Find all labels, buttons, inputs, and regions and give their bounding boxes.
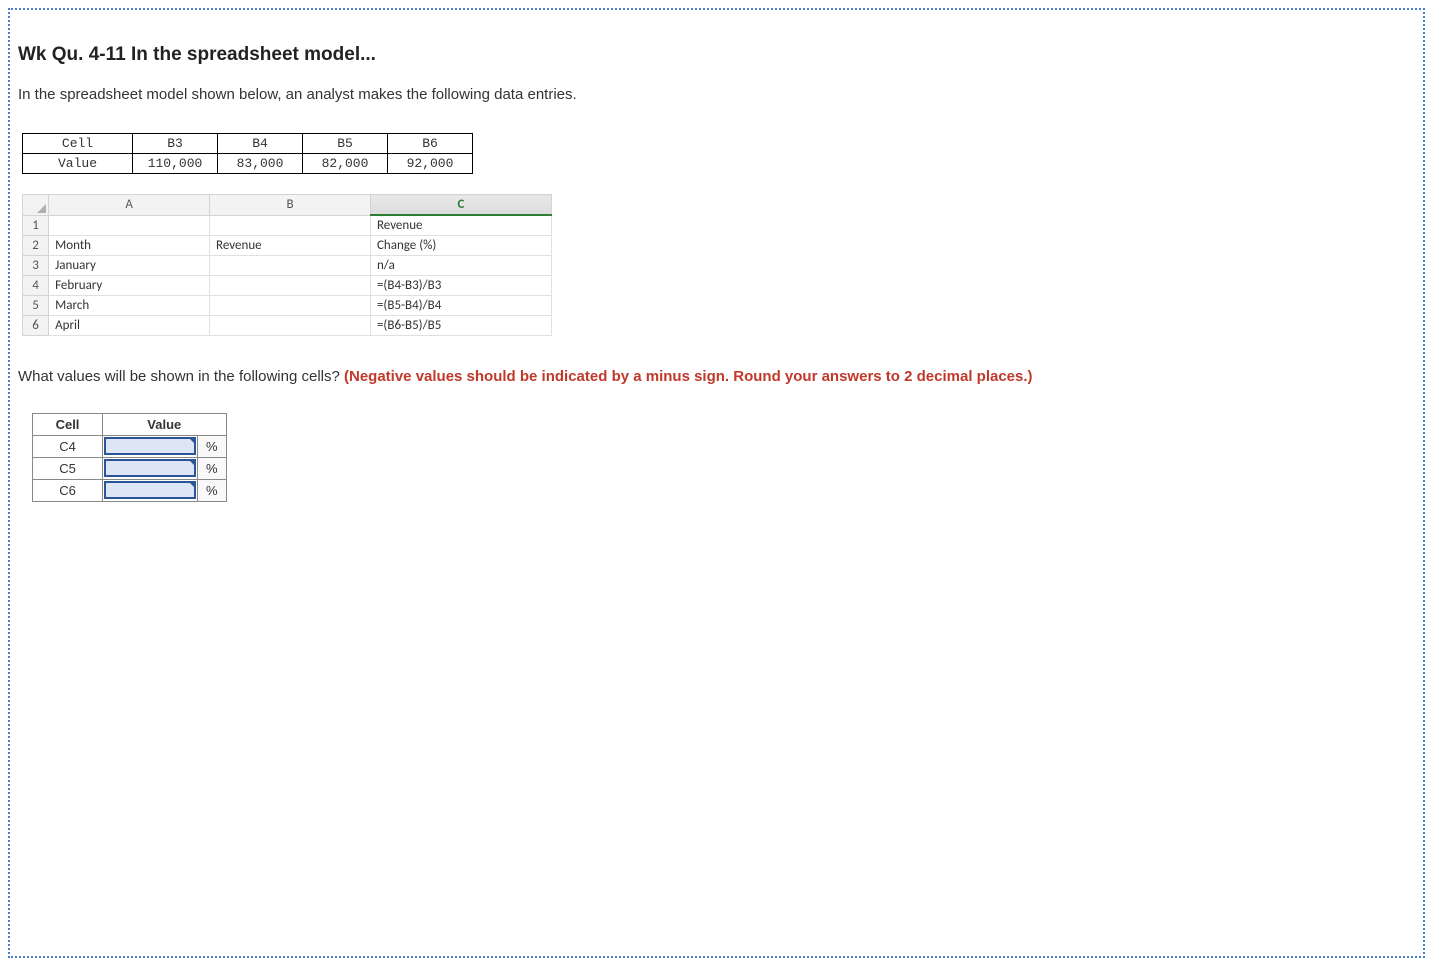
question-container: Wk Qu. 4-11 In the spreadsheet model... … xyxy=(8,8,1425,958)
excel-grid: A B C 1 Revenue 2 Month Revenue Change (… xyxy=(22,194,552,336)
answer-table: Cell Value C4 % C5 % C6 % xyxy=(32,413,227,502)
answer-cell-ref: C4 xyxy=(33,435,103,457)
prompt-instruction: (Negative values should be indicated by … xyxy=(344,368,1033,385)
cell: =(B6-B5)/B5 xyxy=(370,316,551,336)
cell xyxy=(210,316,371,336)
percent-label: % xyxy=(198,457,227,479)
cell: =(B4-B3)/B3 xyxy=(370,276,551,296)
row-number: 1 xyxy=(23,215,49,236)
cell: Revenue xyxy=(210,236,371,256)
answer-cell-ref: C6 xyxy=(33,479,103,501)
col-header-b: B xyxy=(210,195,371,216)
cell: April xyxy=(49,316,210,336)
answer-row: C6 % xyxy=(33,479,227,501)
cell: =(B5-B4)/B4 xyxy=(370,296,551,316)
excel-screenshot: A B C 1 Revenue 2 Month Revenue Change (… xyxy=(22,194,552,336)
answer-header-value: Value xyxy=(103,413,227,435)
cell-value: 83,000 xyxy=(218,154,303,174)
select-all-corner xyxy=(23,195,49,216)
row-number: 5 xyxy=(23,296,49,316)
cell-ref: B5 xyxy=(303,134,388,154)
excel-row: 5 March =(B5-B4)/B4 xyxy=(23,296,552,316)
answer-header-cell: Cell xyxy=(33,413,103,435)
input-field[interactable] xyxy=(104,459,196,477)
cell xyxy=(210,296,371,316)
cell-header-label: Cell xyxy=(23,134,133,154)
answer-row: C4 % xyxy=(33,435,227,457)
cell: Month xyxy=(49,236,210,256)
cell: Revenue xyxy=(370,215,551,236)
corner-triangle-icon xyxy=(37,204,46,213)
percent-label: % xyxy=(198,479,227,501)
percent-label: % xyxy=(198,435,227,457)
answer-input-c6[interactable] xyxy=(103,479,198,501)
input-field[interactable] xyxy=(104,481,196,499)
cell-value: 110,000 xyxy=(133,154,218,174)
answer-header-row: Cell Value xyxy=(33,413,227,435)
data-entry-table: Cell B3 B4 B5 B6 Value 110,000 83,000 82… xyxy=(22,133,473,174)
table-row: Cell B3 B4 B5 B6 xyxy=(23,134,473,154)
cell-ref: B3 xyxy=(133,134,218,154)
value-header-label: Value xyxy=(23,154,133,174)
cell xyxy=(210,215,371,236)
answer-input-c4[interactable] xyxy=(103,435,198,457)
cell: February xyxy=(49,276,210,296)
answer-input-c5[interactable] xyxy=(103,457,198,479)
cell-ref: B6 xyxy=(388,134,473,154)
intro-text: In the spreadsheet model shown below, an… xyxy=(14,86,1419,133)
cell xyxy=(210,256,371,276)
col-header-c: C xyxy=(370,195,551,216)
cell xyxy=(210,276,371,296)
excel-header-row: A B C xyxy=(23,195,552,216)
cell: Change (%) xyxy=(370,236,551,256)
row-number: 4 xyxy=(23,276,49,296)
cell: January xyxy=(49,256,210,276)
row-number: 3 xyxy=(23,256,49,276)
excel-row: 1 Revenue xyxy=(23,215,552,236)
answer-row: C5 % xyxy=(33,457,227,479)
prompt-lead: What values will be shown in the followi… xyxy=(18,368,344,385)
cell: n/a xyxy=(370,256,551,276)
col-header-a: A xyxy=(49,195,210,216)
cell-value: 82,000 xyxy=(303,154,388,174)
excel-row: 3 January n/a xyxy=(23,256,552,276)
cell-ref: B4 xyxy=(218,134,303,154)
question-title: Wk Qu. 4-11 In the spreadsheet model... xyxy=(14,14,1419,86)
answer-cell-ref: C5 xyxy=(33,457,103,479)
excel-row: 6 April =(B6-B5)/B5 xyxy=(23,316,552,336)
input-field[interactable] xyxy=(104,437,196,455)
excel-row: 4 February =(B4-B3)/B3 xyxy=(23,276,552,296)
cell: March xyxy=(49,296,210,316)
row-number: 6 xyxy=(23,316,49,336)
cell xyxy=(49,215,210,236)
table-row: Value 110,000 83,000 82,000 92,000 xyxy=(23,154,473,174)
question-prompt: What values will be shown in the followi… xyxy=(14,366,1419,393)
cell-value: 92,000 xyxy=(388,154,473,174)
excel-row: 2 Month Revenue Change (%) xyxy=(23,236,552,256)
row-number: 2 xyxy=(23,236,49,256)
